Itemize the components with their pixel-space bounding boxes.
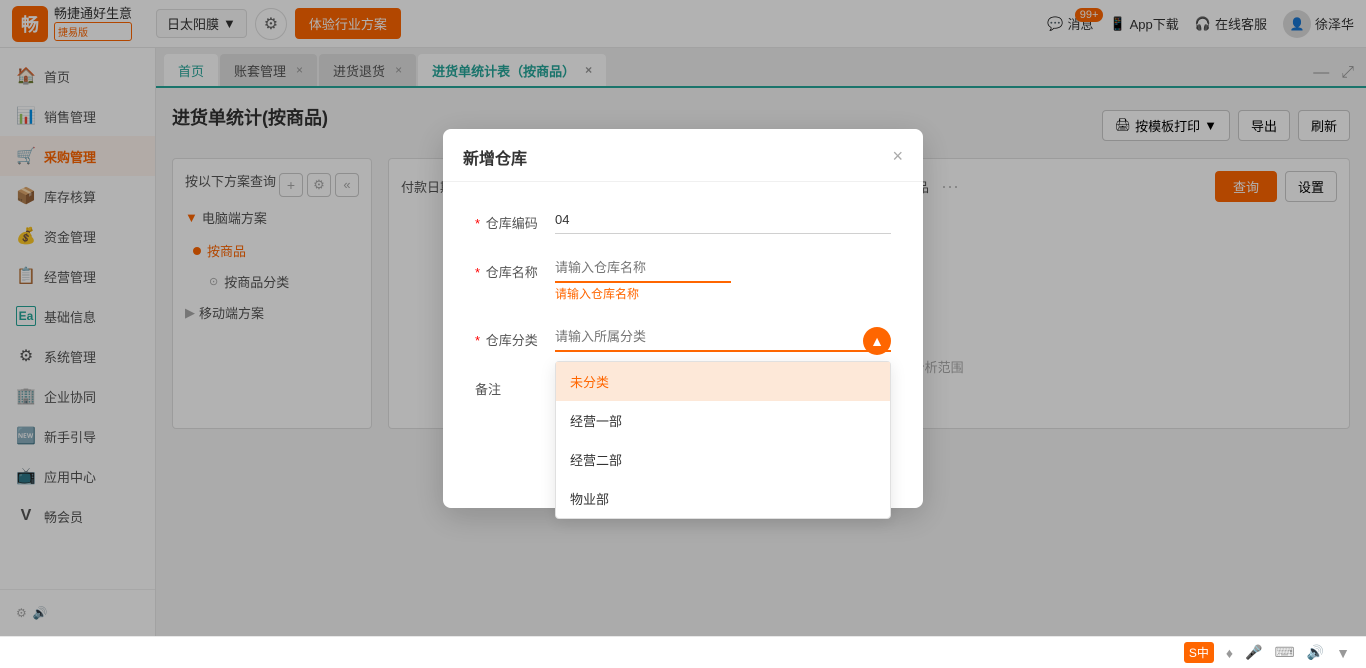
dropdown-item-dept3[interactable]: 物业部	[556, 479, 890, 518]
status-down-icon[interactable]: ▼	[1336, 645, 1350, 661]
status-mic-icon[interactable]: 🎤	[1245, 644, 1262, 661]
modal-overlay[interactable]: 新增仓库 × * 仓库编码 * 仓库名称	[0, 0, 1366, 636]
dropdown-item-dept2[interactable]: 经营二部	[556, 440, 890, 479]
code-input[interactable]	[555, 206, 891, 234]
modal-body: * 仓库编码 * 仓库名称 请输入仓库名称	[443, 182, 923, 443]
code-label: * 仓库编码	[475, 206, 555, 232]
status-sound-icon[interactable]: 🔊	[1307, 644, 1324, 661]
remark-label: 备注	[475, 372, 555, 398]
form-row-name: * 仓库名称 请输入仓库名称	[475, 254, 891, 303]
form-row-code: * 仓库编码	[475, 206, 891, 234]
category-dropdown-list: 未分类 经营一部 经营二部 物业部	[555, 361, 891, 519]
name-input[interactable]	[555, 254, 731, 283]
status-s-icon[interactable]: S中	[1184, 642, 1214, 663]
form-row-category: * 仓库分类 ▲ 未分类 经营一部 经营二部 物业部	[475, 323, 891, 352]
modal-header: 新增仓库 ×	[443, 129, 923, 182]
category-dropdown: ▲ 未分类 经营一部 经营二部 物业部	[555, 323, 891, 352]
modal-close-button[interactable]: ×	[892, 146, 903, 167]
status-bar: S中 ♦ 🎤 ⌨ 🔊 ▼	[0, 636, 1366, 668]
dropdown-item-dept1[interactable]: 经营一部	[556, 401, 890, 440]
name-error-msg: 请输入仓库名称	[555, 287, 639, 301]
new-warehouse-modal: 新增仓库 × * 仓库编码 * 仓库名称	[443, 129, 923, 508]
status-keyboard-icon[interactable]: ⌨	[1274, 644, 1294, 661]
status-diamond-icon[interactable]: ♦	[1226, 645, 1233, 661]
category-input[interactable]	[555, 323, 891, 352]
dropdown-item-uncategorized[interactable]: 未分类	[556, 362, 890, 401]
modal-title: 新增仓库	[463, 145, 527, 169]
dropdown-toggle-button[interactable]: ▲	[863, 327, 891, 355]
category-label: * 仓库分类	[475, 323, 555, 349]
name-label: * 仓库名称	[475, 255, 555, 281]
